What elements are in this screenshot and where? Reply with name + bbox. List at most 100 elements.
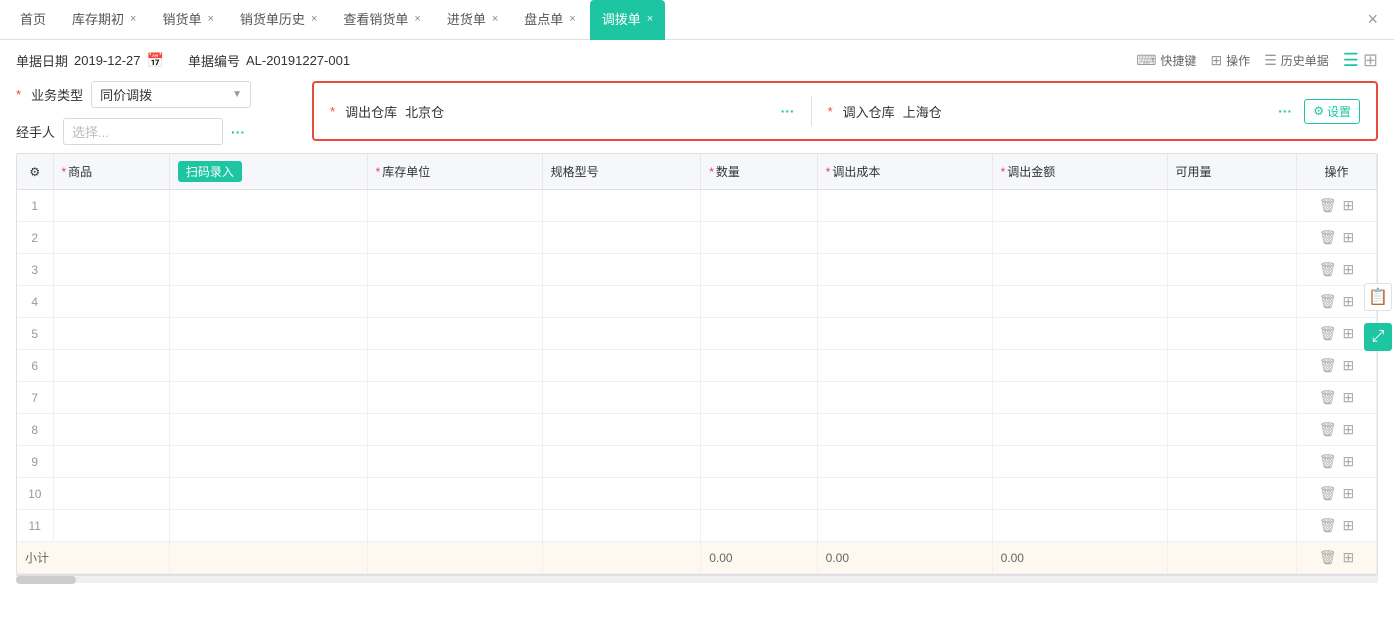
cell-cost[interactable] [817, 510, 992, 542]
operation-button[interactable]: ⊞ 操作 [1210, 52, 1250, 69]
cell-amount[interactable] [992, 510, 1167, 542]
cell-spec[interactable] [542, 510, 701, 542]
cell-product[interactable] [53, 510, 169, 542]
warehouse-in-value[interactable]: 上海仓 [903, 102, 942, 121]
note-sidebar-button[interactable]: 📋 [1364, 283, 1392, 311]
cell-qty[interactable] [701, 190, 817, 222]
tab-view-sales[interactable]: 查看销货单 × [331, 0, 432, 40]
copy-icon[interactable]: ⊞ [1343, 453, 1355, 470]
cell-spec[interactable] [542, 414, 701, 446]
cell-unit[interactable] [367, 286, 542, 318]
cell-cost[interactable] [817, 478, 992, 510]
cell-amount[interactable] [992, 254, 1167, 286]
tab-sales-history[interactable]: 销货单历史 × [228, 0, 329, 40]
col-scan[interactable]: 扫码录入 [169, 154, 367, 190]
cell-amount[interactable] [992, 414, 1167, 446]
cell-cost[interactable] [817, 318, 992, 350]
cell-spec[interactable] [542, 382, 701, 414]
cell-cost[interactable] [817, 414, 992, 446]
delete-icon[interactable]: 🗑 [1319, 293, 1337, 310]
cell-unit[interactable] [367, 446, 542, 478]
cell-amount[interactable] [992, 478, 1167, 510]
cell-qty[interactable] [701, 510, 817, 542]
delete-icon[interactable]: 🗑 [1319, 485, 1337, 502]
cell-unit[interactable] [367, 190, 542, 222]
copy-icon[interactable]: ⊞ [1343, 293, 1355, 310]
close-sales-order[interactable]: × [207, 13, 213, 25]
delete-icon[interactable]: 🗑 [1319, 229, 1337, 246]
close-inventory[interactable]: × [569, 13, 575, 25]
delete-icon[interactable]: 🗑 [1319, 517, 1337, 534]
handler-ellipsis[interactable]: ··· [231, 124, 245, 140]
cell-product[interactable] [53, 414, 169, 446]
cell-qty[interactable] [701, 350, 817, 382]
warehouse-out-ellipsis[interactable]: ··· [781, 103, 795, 119]
cell-amount[interactable] [992, 318, 1167, 350]
copy-icon[interactable]: ⊞ [1343, 325, 1355, 342]
delete-icon[interactable]: 🗑 [1319, 325, 1337, 342]
history-button[interactable]: ☰ 历史单据 [1264, 52, 1329, 69]
close-stock-init[interactable]: × [130, 13, 136, 25]
delete-icon[interactable]: 🗑 [1319, 421, 1337, 438]
cell-amount[interactable] [992, 382, 1167, 414]
cell-amount[interactable] [992, 446, 1167, 478]
cell-spec[interactable] [542, 478, 701, 510]
cell-product[interactable] [53, 190, 169, 222]
copy-icon[interactable]: ⊞ [1343, 517, 1355, 534]
cell-product[interactable] [53, 318, 169, 350]
cell-unit[interactable] [367, 382, 542, 414]
handler-select[interactable]: 选择... [63, 118, 223, 145]
delete-icon[interactable]: 🗑 [1319, 357, 1337, 374]
tab-stock-init[interactable]: 库存期初 × [60, 0, 148, 40]
doc-date-value[interactable]: 2019-12-27 [74, 53, 141, 68]
cell-qty[interactable] [701, 478, 817, 510]
cell-amount[interactable] [992, 222, 1167, 254]
cell-amount[interactable] [992, 190, 1167, 222]
cell-product[interactable] [53, 478, 169, 510]
scan-button[interactable]: 扫码录入 [178, 161, 242, 182]
cell-unit[interactable] [367, 254, 542, 286]
cell-amount[interactable] [992, 350, 1167, 382]
calendar-icon[interactable]: 📅 [147, 52, 164, 69]
cell-qty[interactable] [701, 414, 817, 446]
cell-spec[interactable] [542, 318, 701, 350]
settings-button[interactable]: ⚙ 设置 [1304, 99, 1360, 124]
cell-spec[interactable] [542, 222, 701, 254]
cell-unit[interactable] [367, 222, 542, 254]
copy-icon[interactable]: ⊞ [1343, 229, 1355, 246]
copy-icon[interactable]: ⊞ [1343, 357, 1355, 374]
close-purchase[interactable]: × [492, 13, 498, 25]
tab-purchase[interactable]: 进货单 × [435, 0, 510, 40]
copy-icon[interactable]: ⊞ [1343, 421, 1355, 438]
cell-spec[interactable] [542, 254, 701, 286]
subtotal-delete-icon[interactable]: 🗑 [1319, 549, 1337, 566]
cell-qty[interactable] [701, 222, 817, 254]
cell-product[interactable] [53, 254, 169, 286]
bottom-scrollbar[interactable] [16, 575, 1378, 583]
copy-icon[interactable]: ⊞ [1343, 197, 1355, 214]
cell-unit[interactable] [367, 510, 542, 542]
subtotal-copy-icon[interactable]: ⊞ [1343, 549, 1355, 566]
cell-product[interactable] [53, 382, 169, 414]
close-sales-history[interactable]: × [311, 13, 317, 25]
cell-qty[interactable] [701, 382, 817, 414]
cell-product[interactable] [53, 222, 169, 254]
copy-icon[interactable]: ⊞ [1343, 389, 1355, 406]
cell-qty[interactable] [701, 286, 817, 318]
layout-list-icon[interactable]: ☰ [1343, 50, 1359, 71]
cell-amount[interactable] [992, 286, 1167, 318]
biz-type-select[interactable]: 同价调拨 ▼ [91, 81, 251, 108]
cell-unit[interactable] [367, 414, 542, 446]
delete-icon[interactable]: 🗑 [1319, 389, 1337, 406]
cell-qty[interactable] [701, 318, 817, 350]
cell-spec[interactable] [542, 190, 701, 222]
warehouse-in-ellipsis[interactable]: ··· [1278, 103, 1292, 119]
close-view-sales[interactable]: × [414, 13, 420, 25]
tab-transfer[interactable]: 调拨单 × [590, 0, 665, 40]
cell-unit[interactable] [367, 478, 542, 510]
cell-cost[interactable] [817, 190, 992, 222]
tab-sales-order[interactable]: 销货单 × [150, 0, 225, 40]
cell-product[interactable] [53, 446, 169, 478]
cell-cost[interactable] [817, 382, 992, 414]
delete-icon[interactable]: 🗑 [1319, 453, 1337, 470]
